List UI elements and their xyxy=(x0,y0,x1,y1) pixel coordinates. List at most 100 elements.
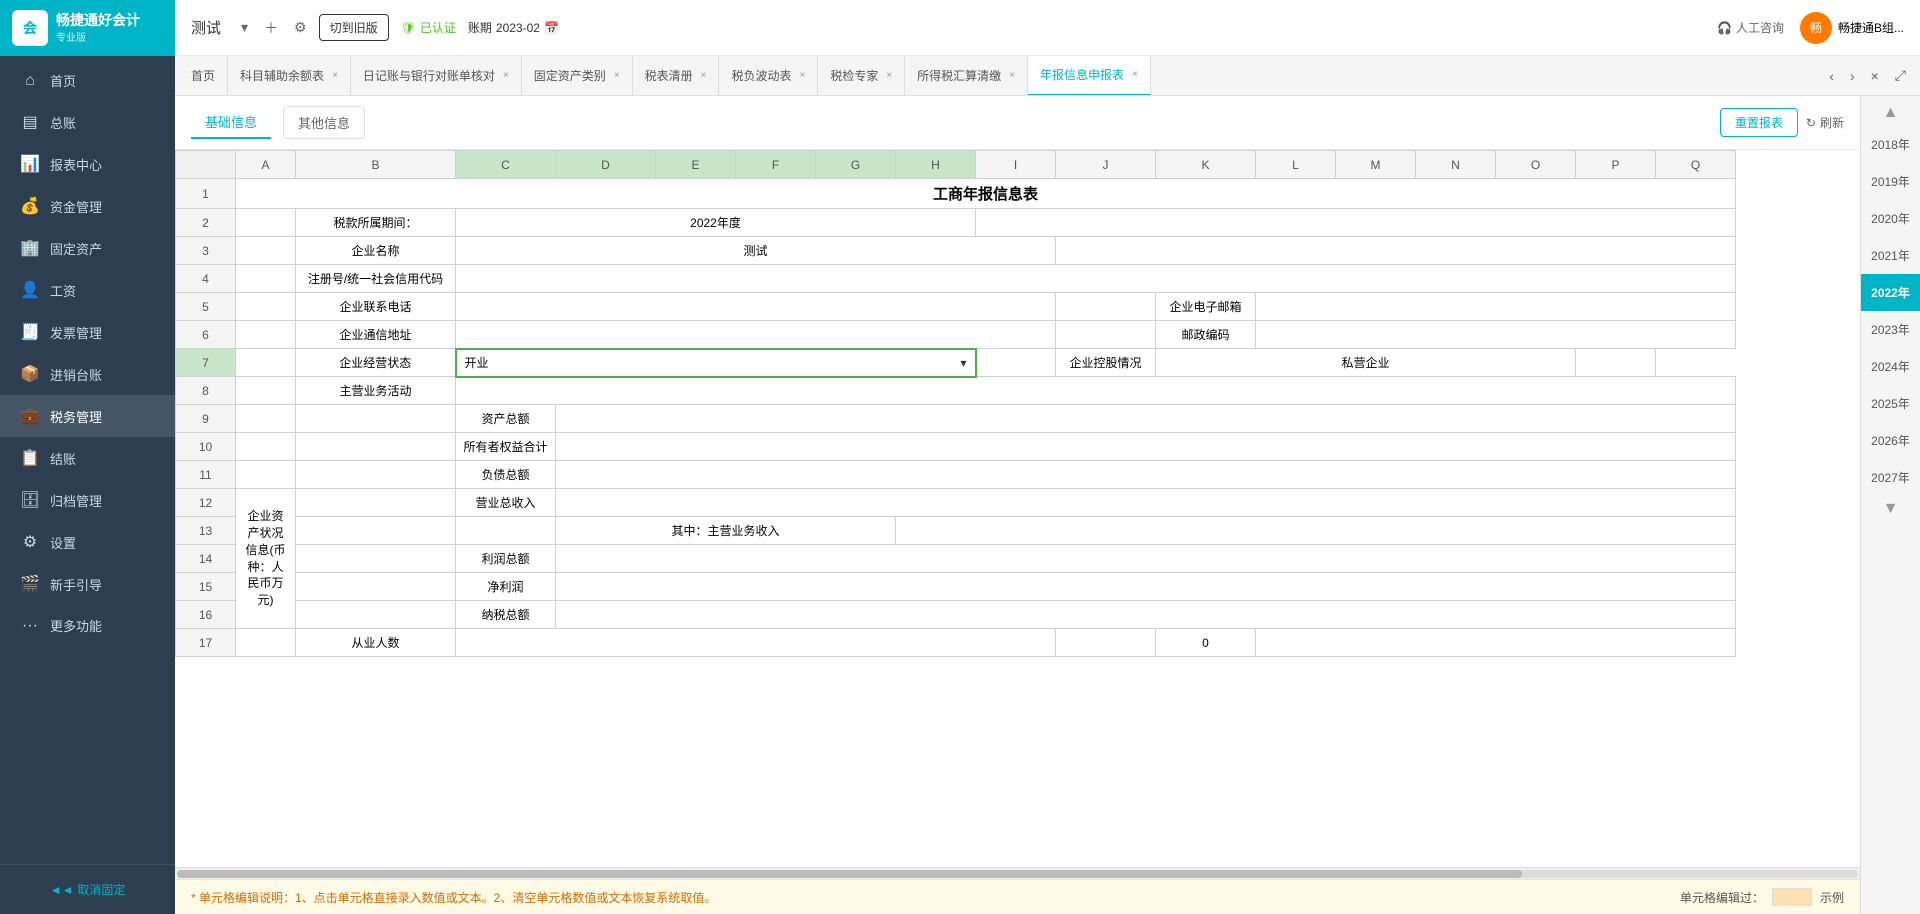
sidebar-item-archive[interactable]: 🗄 归档管理 xyxy=(0,479,175,521)
calendar-icon[interactable]: 📅 xyxy=(544,21,559,35)
sidebar-item-capital[interactable]: 💰 资金管理 xyxy=(0,185,175,227)
cell-17j[interactable]: 0 xyxy=(1156,629,1256,657)
cell-16c[interactable]: 纳税总额 xyxy=(456,601,556,629)
tab-incometax[interactable]: 所得税汇算清缴 × xyxy=(905,56,1028,96)
cell-3c[interactable]: 测试 xyxy=(456,237,1056,265)
cell-4c[interactable] xyxy=(456,265,1736,293)
cell-6b[interactable]: 企业通信地址 xyxy=(296,321,456,349)
tab-journal[interactable]: 日记账与银行对账单核对 × xyxy=(351,56,522,96)
sidebar-item-ledger[interactable]: ▤ 总账 xyxy=(0,101,175,143)
dropdown-btn[interactable]: ▾ xyxy=(237,15,252,40)
sidebar-item-report[interactable]: 📊 报表中心 xyxy=(0,143,175,185)
year-2025[interactable]: 2025年 xyxy=(1861,385,1920,422)
tab-next-btn[interactable]: › xyxy=(1844,66,1861,86)
cell-13h[interactable] xyxy=(896,517,1736,545)
cell-5b[interactable]: 企业联系电话 xyxy=(296,293,456,321)
sidebar-item-tax[interactable]: 💼 税务管理 xyxy=(0,395,175,437)
tab-taxcheck-close[interactable]: × xyxy=(886,70,892,81)
service-button[interactable]: 🎧 人工咨询 xyxy=(1717,19,1784,36)
cell-2b[interactable]: 税款所属期间： xyxy=(296,209,456,237)
cell-title[interactable]: 工商年报信息表 xyxy=(236,179,1736,209)
year-2023[interactable]: 2023年 xyxy=(1861,311,1920,348)
year-up-btn[interactable]: ▲ xyxy=(1861,100,1920,126)
cell-12d[interactable] xyxy=(556,489,1736,517)
cell-3b[interactable]: 企业名称 xyxy=(296,237,456,265)
sidebar-item-invoice[interactable]: 🧾 发票管理 xyxy=(0,311,175,353)
sheet-tab-other[interactable]: 其他信息 xyxy=(283,106,365,139)
year-down-btn[interactable]: ▼ xyxy=(1861,496,1920,522)
year-2021[interactable]: 2021年 xyxy=(1861,237,1920,274)
grid-wrapper[interactable]: A B C D E F G H I J K L M xyxy=(175,150,1860,867)
year-2018[interactable]: 2018年 xyxy=(1861,126,1920,163)
cell-2c[interactable]: 2022年度 xyxy=(456,209,976,237)
add-btn[interactable]: ＋ xyxy=(260,14,282,42)
sidebar-item-checkout[interactable]: 📋 结账 xyxy=(0,437,175,479)
reset-report-button[interactable]: 重置报表 xyxy=(1720,108,1798,137)
tab-aux[interactable]: 科目辅助余额表 × xyxy=(228,56,351,96)
tab-yearreport-close[interactable]: × xyxy=(1132,69,1138,80)
tab-incometax-close[interactable]: × xyxy=(1009,70,1015,81)
tab-expand-btn[interactable]: ⤢ xyxy=(1889,65,1912,86)
tab-taxlist[interactable]: 税表清册 × xyxy=(633,56,720,96)
sidebar-item-more[interactable]: ··· 更多功能 xyxy=(0,605,175,646)
cell-7c-dropdown[interactable]: 开业 ▾ xyxy=(456,349,976,377)
cell-6j[interactable]: 邮政编码 xyxy=(1156,321,1256,349)
cell-5c[interactable] xyxy=(456,293,1056,321)
sidebar-item-assets[interactable]: 🏢 固定资产 xyxy=(0,227,175,269)
cell-6k[interactable] xyxy=(1256,321,1736,349)
cell-14d[interactable] xyxy=(556,545,1736,573)
cell-8c[interactable] xyxy=(456,377,1736,405)
cell-10d[interactable] xyxy=(556,433,1736,461)
cell-9d[interactable] xyxy=(556,405,1736,433)
year-2019[interactable]: 2019年 xyxy=(1861,163,1920,200)
tab-taxwave-close[interactable]: × xyxy=(799,70,805,81)
year-2020[interactable]: 2020年 xyxy=(1861,200,1920,237)
horizontal-scrollbar[interactable] xyxy=(175,867,1860,879)
tab-taxlist-close[interactable]: × xyxy=(701,70,707,81)
sidebar-item-settings[interactable]: ⚙ 设置 xyxy=(0,521,175,563)
year-2022[interactable]: 2022年 xyxy=(1861,274,1920,311)
cell-5k[interactable] xyxy=(1256,293,1736,321)
sidebar-item-payroll[interactable]: 👤 工资 xyxy=(0,269,175,311)
tab-taxcheck[interactable]: 税检专家 × xyxy=(818,56,905,96)
tab-close-all-btn[interactable]: × xyxy=(1865,66,1885,86)
cell-17b[interactable]: 从业人数 xyxy=(296,629,456,657)
cell-9c[interactable]: 资产总额 xyxy=(456,405,556,433)
year-2027[interactable]: 2027年 xyxy=(1861,459,1920,496)
cell-14c[interactable]: 利润总额 xyxy=(456,545,556,573)
sidebar-item-inventory[interactable]: 📦 进销台账 xyxy=(0,353,175,395)
cell-6c[interactable] xyxy=(456,321,1056,349)
tab-home[interactable]: 首页 xyxy=(183,56,228,96)
cell-4b[interactable]: 注册号/统一社会信用代码 xyxy=(296,265,456,293)
sheet-tab-basic[interactable]: 基础信息 xyxy=(191,106,271,139)
tab-journal-close[interactable]: × xyxy=(503,70,509,81)
cell-7b[interactable]: 企业经营状态 xyxy=(296,349,456,377)
collapse-pin-button[interactable]: ◄◄ 取消固定 xyxy=(38,875,138,904)
cell-8b[interactable]: 主营业务活动 xyxy=(296,377,456,405)
sidebar-item-guide[interactable]: 🎬 新手引导 xyxy=(0,563,175,605)
year-2024[interactable]: 2024年 xyxy=(1861,348,1920,385)
cell-11d[interactable] xyxy=(556,461,1736,489)
cell-16d[interactable] xyxy=(556,601,1736,629)
cell-13d[interactable]: 其中：主营业务收入 xyxy=(556,517,896,545)
tab-assets-close[interactable]: × xyxy=(614,70,620,81)
cell-15c[interactable]: 净利润 xyxy=(456,573,556,601)
switch-version-button[interactable]: 切到旧版 xyxy=(319,14,389,41)
cell-10c[interactable]: 所有者权益合计 xyxy=(456,433,556,461)
cell-7k[interactable]: 私营企业 xyxy=(1156,349,1576,377)
settings-gear-btn[interactable]: ⚙ xyxy=(290,15,311,40)
refresh-button[interactable]: ↻ 刷新 xyxy=(1806,108,1844,137)
cell-11c[interactable]: 负债总额 xyxy=(456,461,556,489)
tab-aux-close[interactable]: × xyxy=(332,70,338,81)
tab-prev-btn[interactable]: ‹ xyxy=(1823,66,1840,86)
cell-12a[interactable]: 企业资产状况信息(币种：人民币万元) xyxy=(236,489,296,629)
year-2026[interactable]: 2026年 xyxy=(1861,422,1920,459)
cell-15d[interactable] xyxy=(556,573,1736,601)
cell-12c[interactable]: 营业总收入 xyxy=(456,489,556,517)
tab-yearreport[interactable]: 年报信息申报表 × xyxy=(1028,56,1151,96)
tab-taxwave[interactable]: 税负波动表 × xyxy=(719,56,818,96)
cell-5j[interactable]: 企业电子邮箱 xyxy=(1156,293,1256,321)
cell-7j[interactable]: 企业控股情况 xyxy=(1056,349,1156,377)
tab-assets-type[interactable]: 固定资产类别 × xyxy=(522,56,633,96)
sidebar-item-home[interactable]: ⌂ 首页 xyxy=(0,60,175,101)
